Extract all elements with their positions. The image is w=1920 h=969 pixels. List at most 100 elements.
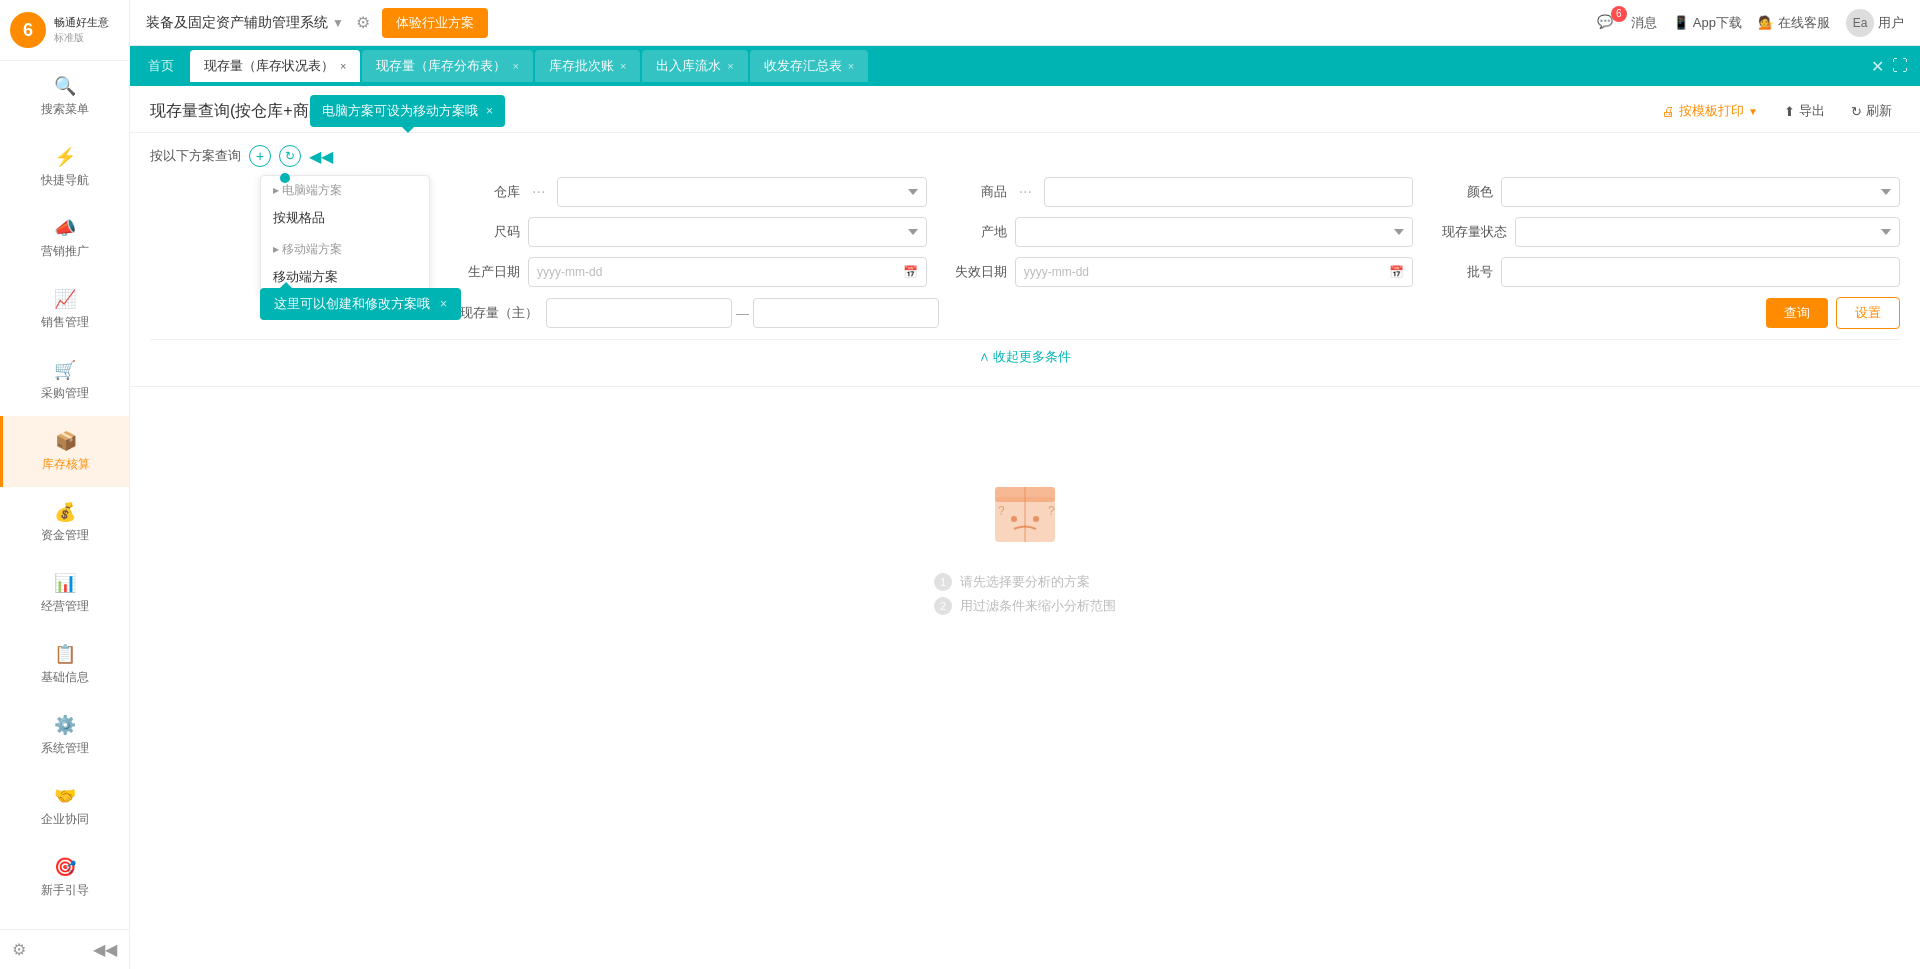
filter-row-empty1 [959, 297, 1420, 329]
filter-select-size[interactable] [528, 217, 927, 247]
sidebar-item-purchase[interactable]: 🛒 采购管理 [0, 345, 129, 416]
sidebar-item-search[interactable]: 🔍 搜索菜单 [0, 61, 129, 132]
online-service-action[interactable]: 💁 在线客服 [1758, 14, 1830, 32]
tab-inout-flow-close[interactable]: × [727, 60, 733, 72]
tab-batch-account-close[interactable]: × [620, 60, 626, 72]
sidebar-item-sales[interactable]: 📈 销售管理 [0, 274, 129, 345]
filter-date-prod-start[interactable]: yyyy-mm-dd 📅 [528, 257, 927, 287]
svg-point-4 [1033, 516, 1039, 522]
filter-select-origin[interactable] [1015, 217, 1414, 247]
filter-input-stock-qty-min[interactable] [546, 298, 732, 328]
set-button[interactable]: 设置 [1836, 297, 1900, 329]
sidebar: 6 畅通好生意 标准版 🔍 搜索菜单 ⚡ 快捷导航 📣 营销推广 📈 销售管理 … [0, 0, 130, 969]
header-right: 💬 6 消息 📱 App下载 💁 在线客服 Ea 用户 [1597, 9, 1904, 37]
schema-item-pc[interactable]: 按规格品 [261, 201, 429, 235]
filter-date-expiry-start[interactable]: yyyy-mm-dd 📅 [1015, 257, 1414, 287]
filter-select-color[interactable] [1501, 177, 1900, 207]
search-icon: 🔍 [54, 75, 76, 97]
user-action[interactable]: Ea 用户 [1846, 9, 1904, 37]
filter-input-stock-qty-max[interactable] [753, 298, 939, 328]
tab-inventory-status-close[interactable]: × [340, 60, 346, 72]
app-badge: 标准版 [54, 31, 109, 45]
filter-header: 按以下方案查询 + ↻ ◀◀ 电脑方案可设为移动方案哦 × [150, 145, 1900, 167]
tab-inventory-status[interactable]: 现存量（库存状况表） × [190, 50, 360, 82]
expand-icon[interactable]: ⛶ [1892, 57, 1908, 75]
empty-state: ? ? 1 请先选择要分析的方案 2 用过滤条件来缩小分析范围 [130, 387, 1920, 695]
print-icon: 🖨 [1662, 104, 1675, 119]
filter-input-product[interactable] [1044, 177, 1413, 207]
filter-input-batch[interactable] [1501, 257, 1900, 287]
filter-label-product: 商品 [947, 183, 1007, 201]
sales-icon: 📈 [54, 288, 76, 310]
sidebar-item-finance[interactable]: 💰 资金管理 [0, 487, 129, 558]
tab-home[interactable]: 首页 [134, 50, 188, 82]
user-name: 用户 [1878, 14, 1904, 32]
system-title-dropdown[interactable]: 装备及固定资产辅助管理系统 ▼ [146, 14, 344, 32]
warehouse-dots-icon[interactable]: ··· [528, 183, 549, 201]
filter-select-stock-status[interactable] [1515, 217, 1900, 247]
schema-create-tooltip-close[interactable]: × [440, 297, 447, 311]
empty-illustration: ? ? [980, 467, 1070, 557]
filter-label-size: 尺码 [460, 223, 520, 241]
export-btn[interactable]: ⬆ 导出 [1776, 98, 1833, 124]
close-all-tabs-icon[interactable]: ✕ [1871, 57, 1884, 76]
sidebar-item-system[interactable]: ⚙️ 系统管理 [0, 700, 129, 771]
sidebar-item-marketing[interactable]: 📣 营销推广 [0, 203, 129, 274]
tab-receive-summary-close[interactable]: × [848, 60, 854, 72]
mobile-scheme-tooltip: 电脑方案可设为移动方案哦 × [310, 95, 505, 127]
template-print-label: 按模板打印 [1679, 102, 1744, 120]
sidebar-label-enterprise: 企业协同 [41, 811, 89, 828]
mobile-scheme-tooltip-close[interactable]: × [486, 104, 493, 118]
sidebar-item-quick-nav[interactable]: ⚡ 快捷导航 [0, 132, 129, 203]
app-download-label: App下载 [1693, 14, 1742, 32]
prod-date-calendar-icon[interactable]: 📅 [903, 265, 918, 279]
tab-inventory-dist-close[interactable]: × [512, 60, 518, 72]
filter-label-origin: 产地 [947, 223, 1007, 241]
sidebar-label-quick-nav: 快捷导航 [41, 172, 89, 189]
product-dots-icon[interactable]: ··· [1015, 183, 1036, 201]
tab-inventory-dist[interactable]: 现存量（库存分布表） × [362, 50, 532, 82]
sidebar-label-inventory: 库存核算 [42, 456, 90, 473]
filter-refresh-button[interactable]: ↻ [279, 145, 301, 167]
template-print-btn[interactable]: 🖨 按模板打印 ▼ [1654, 98, 1766, 124]
sidebar-label-operations: 经营管理 [41, 598, 89, 615]
app-download-action[interactable]: 📱 App下载 [1673, 14, 1742, 32]
experience-button[interactable]: 体验行业方案 [382, 8, 488, 38]
collapse-more-btn[interactable]: ∧ 收起更多条件 [150, 339, 1900, 374]
filter-back-button[interactable]: ◀◀ [309, 147, 333, 166]
tab-receive-summary-label: 收发存汇总表 [764, 57, 842, 75]
search-button[interactable]: 查询 [1766, 298, 1828, 328]
filter-action-buttons: 查询 设置 [1440, 297, 1901, 329]
sidebar-label-marketing: 营销推广 [41, 243, 89, 260]
sidebar-item-inventory[interactable]: 📦 库存核算 [0, 416, 129, 487]
filter-select-warehouse[interactable] [557, 177, 926, 207]
tab-receive-summary[interactable]: 收发存汇总表 × [750, 50, 868, 82]
sidebar-item-basic[interactable]: 📋 基础信息 [0, 629, 129, 700]
system-settings-icon[interactable]: ⚙ [356, 13, 370, 32]
sidebar-item-guide[interactable]: 🎯 新手引导 [0, 842, 129, 913]
tab-bar: 首页 现存量（库存状况表） × 现存量（库存分布表） × 库存批次账 × 出入库… [130, 46, 1920, 86]
collapse-more-label: 收起更多条件 [993, 349, 1071, 364]
filter-label-stock-qty: 现存量（主） [460, 304, 538, 322]
settings-bottom-icon[interactable]: ⚙ [12, 940, 26, 959]
collapse-sidebar-icon[interactable]: ◀◀ [93, 940, 117, 959]
guide-icon: 🎯 [54, 856, 76, 878]
filter-range-stock-qty: — [546, 298, 939, 328]
sidebar-item-enterprise[interactable]: 🤝 企业协同 [0, 771, 129, 842]
filter-area: 按以下方案查询 + ↻ ◀◀ 电脑方案可设为移动方案哦 × ▸ 电脑端方案 按规… [130, 133, 1920, 386]
export-label: 导出 [1799, 102, 1825, 120]
top-header: 装备及固定资产辅助管理系统 ▼ ⚙ 体验行业方案 💬 6 消息 📱 App下载 … [130, 0, 1920, 46]
main-area: 装备及固定资产辅助管理系统 ▼ ⚙ 体验行业方案 💬 6 消息 📱 App下载 … [130, 0, 1920, 969]
tab-home-label: 首页 [148, 57, 174, 75]
messages-action[interactable]: 💬 6 消息 [1597, 14, 1657, 32]
sidebar-item-operations[interactable]: 📊 经营管理 [0, 558, 129, 629]
refresh-btn[interactable]: ↻ 刷新 [1843, 98, 1900, 124]
filter-row-batch: 批号 [1433, 257, 1900, 287]
tab-inout-flow[interactable]: 出入库流水 × [642, 50, 747, 82]
sidebar-logo: 6 畅通好生意 标准版 [0, 0, 129, 61]
expiry-date-calendar-icon[interactable]: 📅 [1389, 265, 1404, 279]
tab-batch-account[interactable]: 库存批次账 × [535, 50, 640, 82]
empty-steps: 1 请先选择要分析的方案 2 用过滤条件来缩小分析范围 [934, 573, 1116, 615]
marketing-icon: 📣 [54, 217, 76, 239]
filter-add-button[interactable]: + [249, 145, 271, 167]
